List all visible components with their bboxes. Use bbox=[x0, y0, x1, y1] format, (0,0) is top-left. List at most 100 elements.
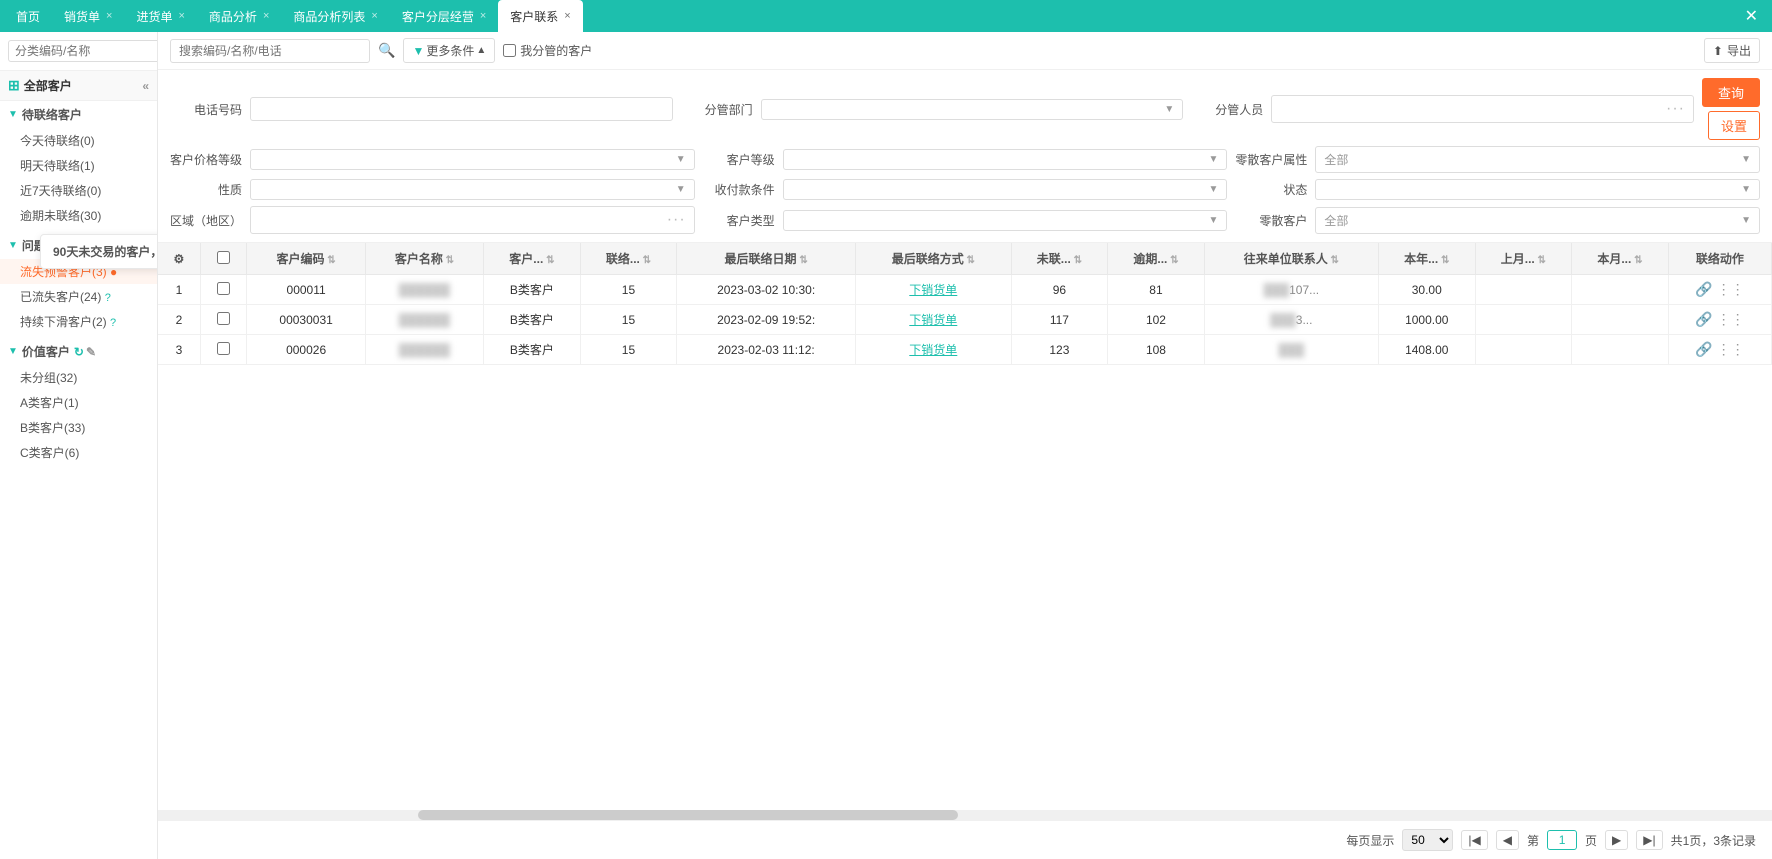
th-name[interactable]: 客户名称 bbox=[365, 243, 483, 275]
th-last-month[interactable]: 上月... bbox=[1475, 243, 1572, 275]
window-close-btn[interactable]: ✕ bbox=[1735, 6, 1768, 26]
tab-bar: 首页 销货单 × 进货单 × 商品分析 × 商品分析列表 × 客户分层经营 × … bbox=[0, 0, 1772, 32]
th-last-contact-method[interactable]: 最后联络方式 bbox=[856, 243, 1012, 275]
th-contact[interactable]: 联络... bbox=[580, 243, 677, 275]
sidebar-search-input[interactable] bbox=[8, 40, 158, 62]
problem-arrow-icon: ▼ bbox=[8, 240, 18, 251]
th-this-year[interactable]: 本年... bbox=[1378, 243, 1475, 275]
sidebar-item-declining[interactable]: 持续下滑客户(2) ? bbox=[0, 309, 157, 334]
sidebar-item-overdue[interactable]: 逾期未联络(30) bbox=[0, 203, 157, 228]
cell-last-contact-method[interactable]: 下销货单 bbox=[856, 335, 1012, 365]
tab-segment-close[interactable]: × bbox=[480, 10, 486, 22]
tab-purchase-close[interactable]: × bbox=[178, 10, 184, 22]
nature-arrow-icon: ▼ bbox=[676, 184, 686, 195]
last-page-btn[interactable]: ▶| bbox=[1636, 830, 1662, 850]
nature-select[interactable]: ▼ bbox=[250, 179, 695, 200]
value-edit-icon[interactable]: ✎ bbox=[86, 345, 96, 359]
per-page-select[interactable]: 50 100 200 bbox=[1402, 829, 1453, 851]
tab-home[interactable]: 首页 bbox=[4, 0, 52, 32]
customer-type-select[interactable]: ▼ bbox=[783, 210, 1228, 231]
region-select[interactable]: ··· bbox=[250, 206, 695, 234]
tab-analysis-close[interactable]: × bbox=[263, 10, 269, 22]
tab-analysis[interactable]: 商品分析 × bbox=[197, 0, 281, 32]
th-unit-contacts[interactable]: 往来单位联系人 bbox=[1204, 243, 1378, 275]
action-more-icon[interactable]: ⋮⋮ bbox=[1717, 281, 1745, 298]
sidebar-group-pending[interactable]: ▼ 待联络客户 bbox=[0, 101, 157, 128]
th-settings[interactable]: ⚙ bbox=[158, 243, 200, 275]
cell-checkbox[interactable] bbox=[200, 275, 247, 305]
th-last-contact-date[interactable]: 最后联络日期 bbox=[677, 243, 856, 275]
my-customers-checkbox[interactable] bbox=[503, 44, 516, 57]
select-all-checkbox[interactable] bbox=[217, 251, 230, 264]
h-scrollbar-thumb[interactable] bbox=[418, 810, 958, 820]
tab-analysis-list[interactable]: 商品分析列表 × bbox=[281, 0, 389, 32]
th-overdue[interactable]: 逾期... bbox=[1108, 243, 1205, 275]
action-more-icon[interactable]: ⋮⋮ bbox=[1717, 311, 1745, 328]
cell-overdue: 102 bbox=[1108, 305, 1205, 335]
action-contact-icon[interactable]: 🔗 bbox=[1695, 281, 1712, 298]
sidebar-item-ungrouped[interactable]: 未分组(32) bbox=[0, 365, 157, 390]
tab-sales-close[interactable]: × bbox=[106, 10, 112, 22]
retail-select[interactable]: 全部 ▼ bbox=[1315, 207, 1760, 234]
value-refresh-icon[interactable]: ↻ bbox=[74, 345, 84, 359]
retail-attr-select[interactable]: 全部 ▼ bbox=[1315, 146, 1760, 173]
customer-level-arrow-icon: ▼ bbox=[1208, 154, 1218, 165]
phone-field: 电话号码 bbox=[170, 97, 673, 121]
page-input[interactable] bbox=[1547, 830, 1577, 850]
phone-input[interactable] bbox=[250, 97, 673, 121]
row-checkbox[interactable] bbox=[217, 312, 230, 325]
retail-arrow-icon: ▼ bbox=[1741, 215, 1751, 226]
cell-checkbox[interactable] bbox=[200, 335, 247, 365]
th-type[interactable]: 客户... bbox=[484, 243, 581, 275]
th-checkbox[interactable] bbox=[200, 243, 247, 275]
person-select[interactable]: ··· bbox=[1271, 95, 1694, 123]
row-checkbox[interactable] bbox=[217, 282, 230, 295]
cell-last-contact-method[interactable]: 下销货单 bbox=[856, 275, 1012, 305]
th-this-month[interactable]: 本月... bbox=[1572, 243, 1669, 275]
filter-search-input[interactable] bbox=[170, 39, 370, 63]
cell-checkbox[interactable] bbox=[200, 305, 247, 335]
dept-select[interactable]: ▼ bbox=[761, 99, 1184, 120]
sidebar-group-value[interactable]: ▼ 价值客户 ↻ ✎ bbox=[0, 338, 157, 365]
settings-btn[interactable]: 设置 bbox=[1708, 111, 1760, 140]
sidebar-item-a-class[interactable]: A类客户(1) bbox=[0, 390, 157, 415]
filter-search-icon[interactable]: 🔍 bbox=[378, 42, 395, 59]
tab-analysis-list-close[interactable]: × bbox=[371, 10, 377, 22]
first-page-btn[interactable]: |◀ bbox=[1461, 830, 1487, 850]
sidebar-item-today[interactable]: 今天待联络(0) bbox=[0, 128, 157, 153]
cell-last-contact-method[interactable]: 下销货单 bbox=[856, 305, 1012, 335]
sidebar-all-customers[interactable]: ⊞ 全部客户 « bbox=[0, 71, 157, 101]
export-btn[interactable]: ⬆ 导出 bbox=[1704, 38, 1760, 63]
customer-type-field: 客户类型 ▼ bbox=[703, 210, 1228, 231]
action-contact-icon[interactable]: 🔗 bbox=[1695, 311, 1712, 328]
sidebar-item-churned[interactable]: 已流失客户(24) ? bbox=[0, 284, 157, 309]
tab-customer-segment[interactable]: 客户分层经营 × bbox=[390, 0, 498, 32]
sidebar-item-b-class[interactable]: B类客户(33) bbox=[0, 415, 157, 440]
query-btn[interactable]: 查询 bbox=[1702, 78, 1760, 107]
my-customers-checkbox-label[interactable]: 我分管的客户 bbox=[503, 42, 592, 59]
customer-level-select[interactable]: ▼ bbox=[783, 149, 1228, 170]
tab-contact-close[interactable]: × bbox=[564, 10, 570, 22]
price-tier-select[interactable]: ▼ bbox=[250, 149, 695, 170]
tab-sales[interactable]: 销货单 × bbox=[52, 0, 124, 32]
sidebar-item-7days[interactable]: 近7天待联络(0) bbox=[0, 178, 157, 203]
filter-action-buttons: 查询 设置 bbox=[1702, 78, 1760, 140]
tab-customer-contact[interactable]: 客户联系 × bbox=[498, 0, 582, 32]
th-code[interactable]: 客户编码 bbox=[247, 243, 365, 275]
action-more-icon[interactable]: ⋮⋮ bbox=[1717, 341, 1745, 358]
next-page-btn[interactable]: ▶ bbox=[1605, 830, 1628, 850]
action-contact-icon[interactable]: 🔗 bbox=[1695, 341, 1712, 358]
sidebar-group-problem[interactable]: ▼ 问题客户 90天未交易的客户，可能有流失风险。 bbox=[0, 232, 157, 259]
row-checkbox[interactable] bbox=[217, 342, 230, 355]
cell-this-year: 30.00 bbox=[1378, 275, 1475, 305]
sidebar-collapse-icon[interactable]: « bbox=[142, 79, 149, 93]
prev-page-btn[interactable]: ◀ bbox=[1496, 830, 1519, 850]
h-scrollbar[interactable] bbox=[158, 810, 1772, 820]
status-select[interactable]: ▼ bbox=[1315, 179, 1760, 200]
more-conditions-btn[interactable]: ▼ 更多条件 ▲ bbox=[403, 38, 495, 63]
payment-select[interactable]: ▼ bbox=[783, 179, 1228, 200]
th-uncontacted[interactable]: 未联... bbox=[1011, 243, 1108, 275]
sidebar-item-c-class[interactable]: C类客户(6) bbox=[0, 440, 157, 465]
sidebar-item-tomorrow[interactable]: 明天待联络(1) bbox=[0, 153, 157, 178]
tab-purchase[interactable]: 进货单 × bbox=[124, 0, 196, 32]
